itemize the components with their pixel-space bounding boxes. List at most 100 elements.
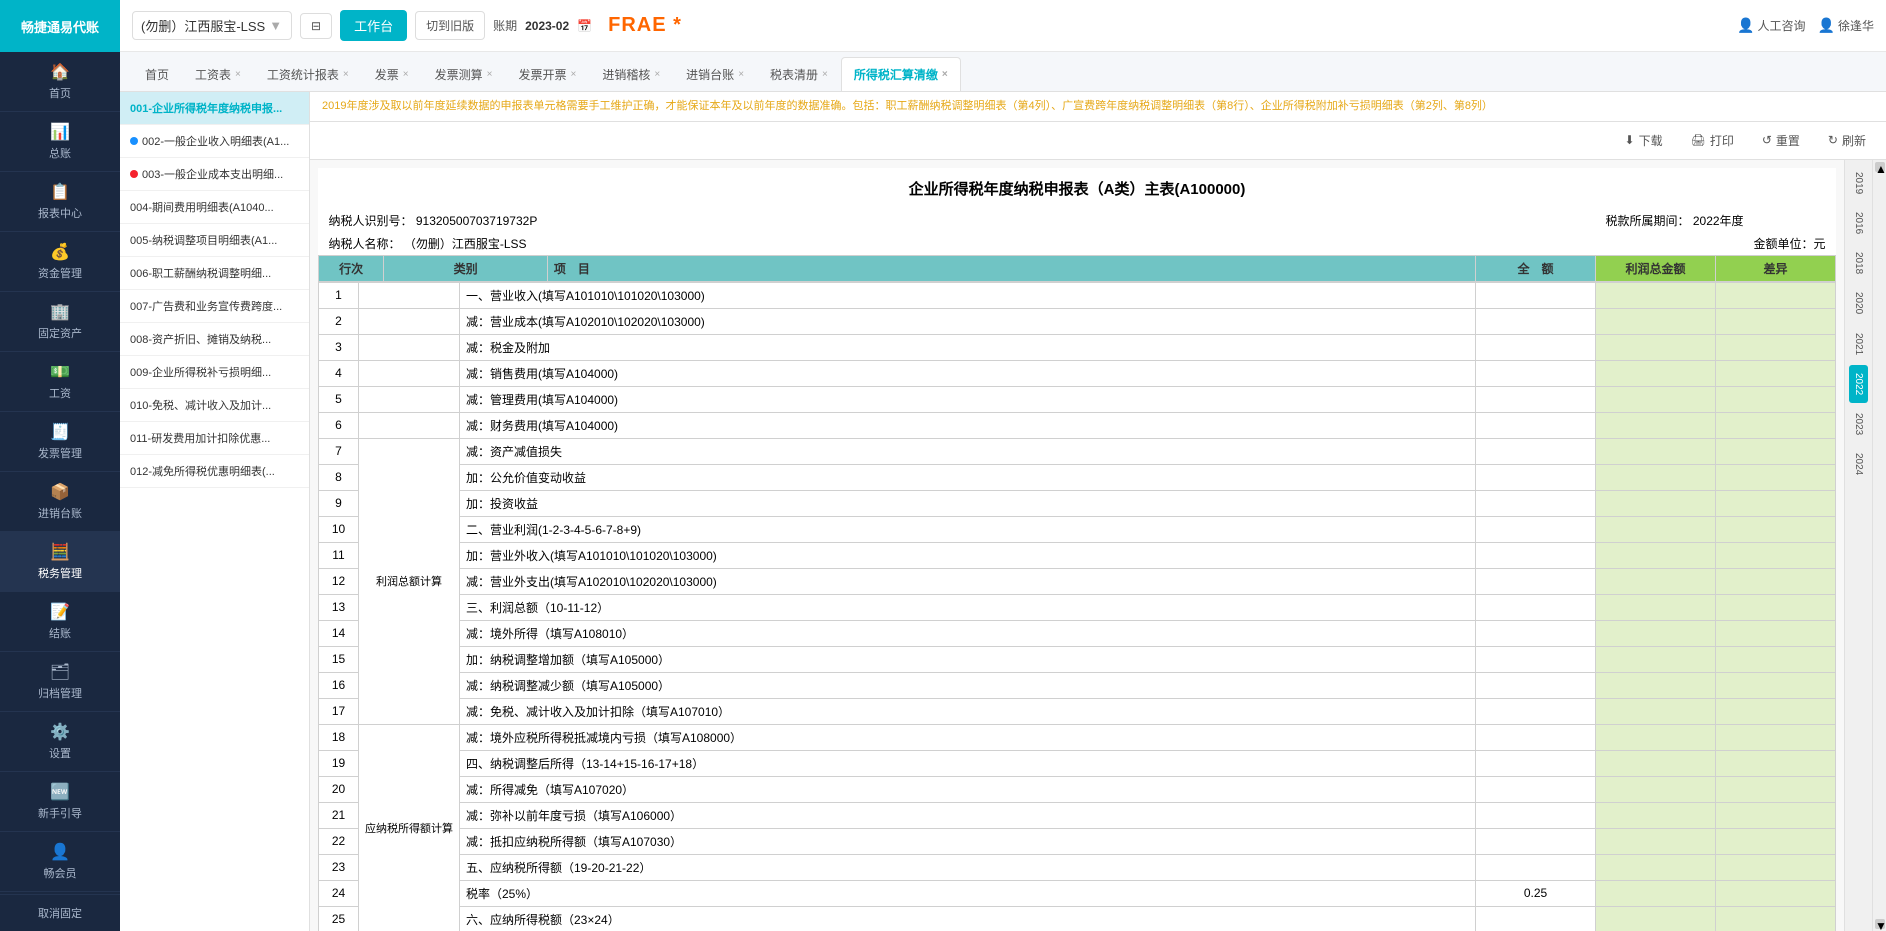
tab-close-invoice-calc[interactable]: × — [487, 69, 493, 80]
sidebar-item-archive[interactable]: 🗂 归档管理 — [0, 652, 120, 712]
tab-close-invoice[interactable]: × — [403, 69, 409, 80]
cell-profit — [1596, 906, 1716, 931]
tab-salary[interactable]: 工资表× — [182, 57, 254, 91]
header-profit: 利润总金额 — [1596, 255, 1716, 281]
year-item-2024[interactable]: 2024 — [1849, 445, 1868, 483]
year-item-2018[interactable]: 2018 — [1849, 244, 1868, 282]
cell-profit — [1596, 646, 1716, 672]
tab-income-tax[interactable]: 所得税汇算清缴× — [841, 57, 961, 91]
company-selector[interactable]: (勿删）江西服宝-LSS ▼ — [132, 11, 292, 40]
year-item-2023[interactable]: 2023 — [1849, 405, 1868, 443]
sidebar-item-ledger[interactable]: 📊 总账 — [0, 112, 120, 172]
sidebar-item-member[interactable]: 👤 畅会员 — [0, 832, 120, 892]
year-item-2020[interactable]: 2020 — [1849, 284, 1868, 322]
cell-item: 加：公允价值变动收益 — [460, 464, 1476, 490]
list-item-008[interactable]: 008-资产折旧、摊销及纳税... — [120, 323, 309, 356]
cell-row-num: 16 — [319, 672, 359, 698]
list-item-004[interactable]: 004-期间费用明细表(A1040... — [120, 191, 309, 224]
sidebar-footer[interactable]: 取消固定 — [0, 894, 120, 931]
year-item-2021[interactable]: 2021 — [1849, 325, 1868, 363]
cell-profit — [1596, 308, 1716, 334]
download-button[interactable]: ⬇ 下载 — [1617, 128, 1671, 153]
scroll-bar[interactable]: ▲ ▼ — [1872, 160, 1886, 931]
tax-period-value: 2022年度 — [1693, 214, 1744, 228]
print-layout-btn[interactable]: ⊟ — [300, 13, 332, 39]
cell-row-num: 24 — [319, 880, 359, 906]
table-row: 20减：所得减免（填写A107020） — [319, 776, 1836, 802]
cell-diff — [1716, 516, 1836, 542]
tab-close-income-tax[interactable]: × — [942, 69, 948, 80]
tab-sales-check[interactable]: 进销稽核× — [589, 57, 673, 91]
sidebar-item-invoice[interactable]: 🧾 发票管理 — [0, 412, 120, 472]
chevron-down-icon: ▼ — [269, 18, 282, 33]
cell-row-num: 3 — [319, 334, 359, 360]
sidebar-item-asset[interactable]: 🏢 固定资产 — [0, 292, 120, 352]
list-item-001[interactable]: 001-企业所得税年度纳税申报... — [120, 92, 309, 125]
sidebar-item-guide[interactable]: 🆕 新手引导 — [0, 772, 120, 832]
list-item-009[interactable]: 009-企业所得税补亏损明细... — [120, 356, 309, 389]
sidebar-item-fund[interactable]: 💰 资金管理 — [0, 232, 120, 292]
sidebar-item-tax[interactable]: 🧮 税务管理 — [0, 532, 120, 592]
cell-row-num: 4 — [319, 360, 359, 386]
tab-invoice-open[interactable]: 发票开票× — [505, 57, 589, 91]
tab-home[interactable]: 首页 — [132, 57, 182, 91]
refresh-button[interactable]: ↻ 刷新 — [1820, 128, 1874, 153]
year-item-2016[interactable]: 2016 — [1849, 204, 1868, 242]
cell-amount — [1476, 828, 1596, 854]
table-company-value: （勿删）江西服宝-LSS — [404, 237, 527, 251]
right-panel: 2019年度涉及取以前年度延续数据的申报表单元格需要手工维护正确，才能保证本年及… — [310, 92, 1886, 931]
salary-icon: 💵 — [50, 362, 70, 382]
tab-tax-list[interactable]: 税表清册× — [757, 57, 841, 91]
left-panel: 001-企业所得税年度纳税申报... 002-一般企业收入明细表(A1... 0… — [120, 92, 310, 931]
tab-close-invoice-open[interactable]: × — [570, 69, 576, 80]
scroll-down-btn[interactable]: ▼ — [1875, 919, 1885, 929]
list-item-012[interactable]: 012-减免所得税优惠明细表(... — [120, 455, 309, 488]
scroll-up-btn[interactable]: ▲ — [1875, 162, 1885, 172]
cell-profit — [1596, 750, 1716, 776]
header-row-num: 行次 — [319, 255, 384, 281]
sidebar-item-settings[interactable]: ⚙️ 设置 — [0, 712, 120, 772]
settings-icon: ⚙️ — [50, 722, 70, 742]
cell-category-empty — [359, 360, 460, 386]
list-item-002[interactable]: 002-一般企业收入明细表(A1... — [120, 125, 309, 158]
print-label: 打印 — [1710, 132, 1734, 149]
list-item-010[interactable]: 010-免税、减计收入及加计... — [120, 389, 309, 422]
list-item-003[interactable]: 003-一般企业成本支出明细... — [120, 158, 309, 191]
tab-salary-stat[interactable]: 工资统计报表× — [254, 57, 362, 91]
print-button[interactable]: 🖨 打印 — [1683, 128, 1742, 153]
cell-item: 税率（25%） — [460, 880, 1476, 906]
tab-sales-ledger[interactable]: 进销台账× — [673, 57, 757, 91]
ai-consult-btn[interactable]: 👤 人工咨询 — [1737, 17, 1805, 34]
workbench-button[interactable]: 工作台 — [340, 10, 407, 41]
sidebar-item-report[interactable]: 📋 报表中心 — [0, 172, 120, 232]
year-item-2019[interactable]: 2019 — [1849, 164, 1868, 202]
list-item-007[interactable]: 007-广告费和业务宣传费跨度... — [120, 290, 309, 323]
sidebar-item-home[interactable]: 🏠 首页 — [0, 52, 120, 112]
list-item-006-label: 006-职工薪酬纳税调整明细... — [130, 265, 271, 281]
table-row: 2减：营业成本(填写A102010\102020\103000) — [319, 308, 1836, 334]
tab-invoice-calc[interactable]: 发票测算× — [422, 57, 506, 91]
cell-diff — [1716, 906, 1836, 931]
list-item-011[interactable]: 011-研发费用加计扣除优惠... — [120, 422, 309, 455]
sidebar-item-salary[interactable]: 💵 工资 — [0, 352, 120, 412]
list-item-006[interactable]: 006-职工薪酬纳税调整明细... — [120, 257, 309, 290]
header-diff: 差异 — [1716, 255, 1836, 281]
sidebar-item-settle[interactable]: 📝 结账 — [0, 592, 120, 652]
tab-close-sales-ledger[interactable]: × — [738, 69, 744, 80]
tab-close-sales-check[interactable]: × — [654, 69, 660, 80]
reset-button[interactable]: ↺ 重置 — [1754, 128, 1808, 153]
switch-old-button[interactable]: 切到旧版 — [415, 11, 485, 40]
tab-invoice[interactable]: 发票 × — [362, 57, 422, 91]
tab-close-tax-list[interactable]: × — [822, 69, 828, 80]
year-item-2022[interactable]: 2022 — [1849, 365, 1868, 403]
cell-row-num: 8 — [319, 464, 359, 490]
tab-close-salary-stat[interactable]: × — [343, 69, 349, 80]
cell-item: 一、营业收入(填写A101010\101020\103000) — [460, 282, 1476, 308]
cell-item: 加：纳税调整增加额（填写A105000） — [460, 646, 1476, 672]
tab-close-salary[interactable]: × — [235, 69, 241, 80]
cell-profit — [1596, 334, 1716, 360]
tab-invoice-label: 发票 — [375, 66, 399, 83]
cell-category-empty — [359, 412, 460, 438]
list-item-005[interactable]: 005-纳税调整项目明细表(A1... — [120, 224, 309, 257]
sidebar-item-purchase[interactable]: 📦 进销台账 — [0, 472, 120, 532]
